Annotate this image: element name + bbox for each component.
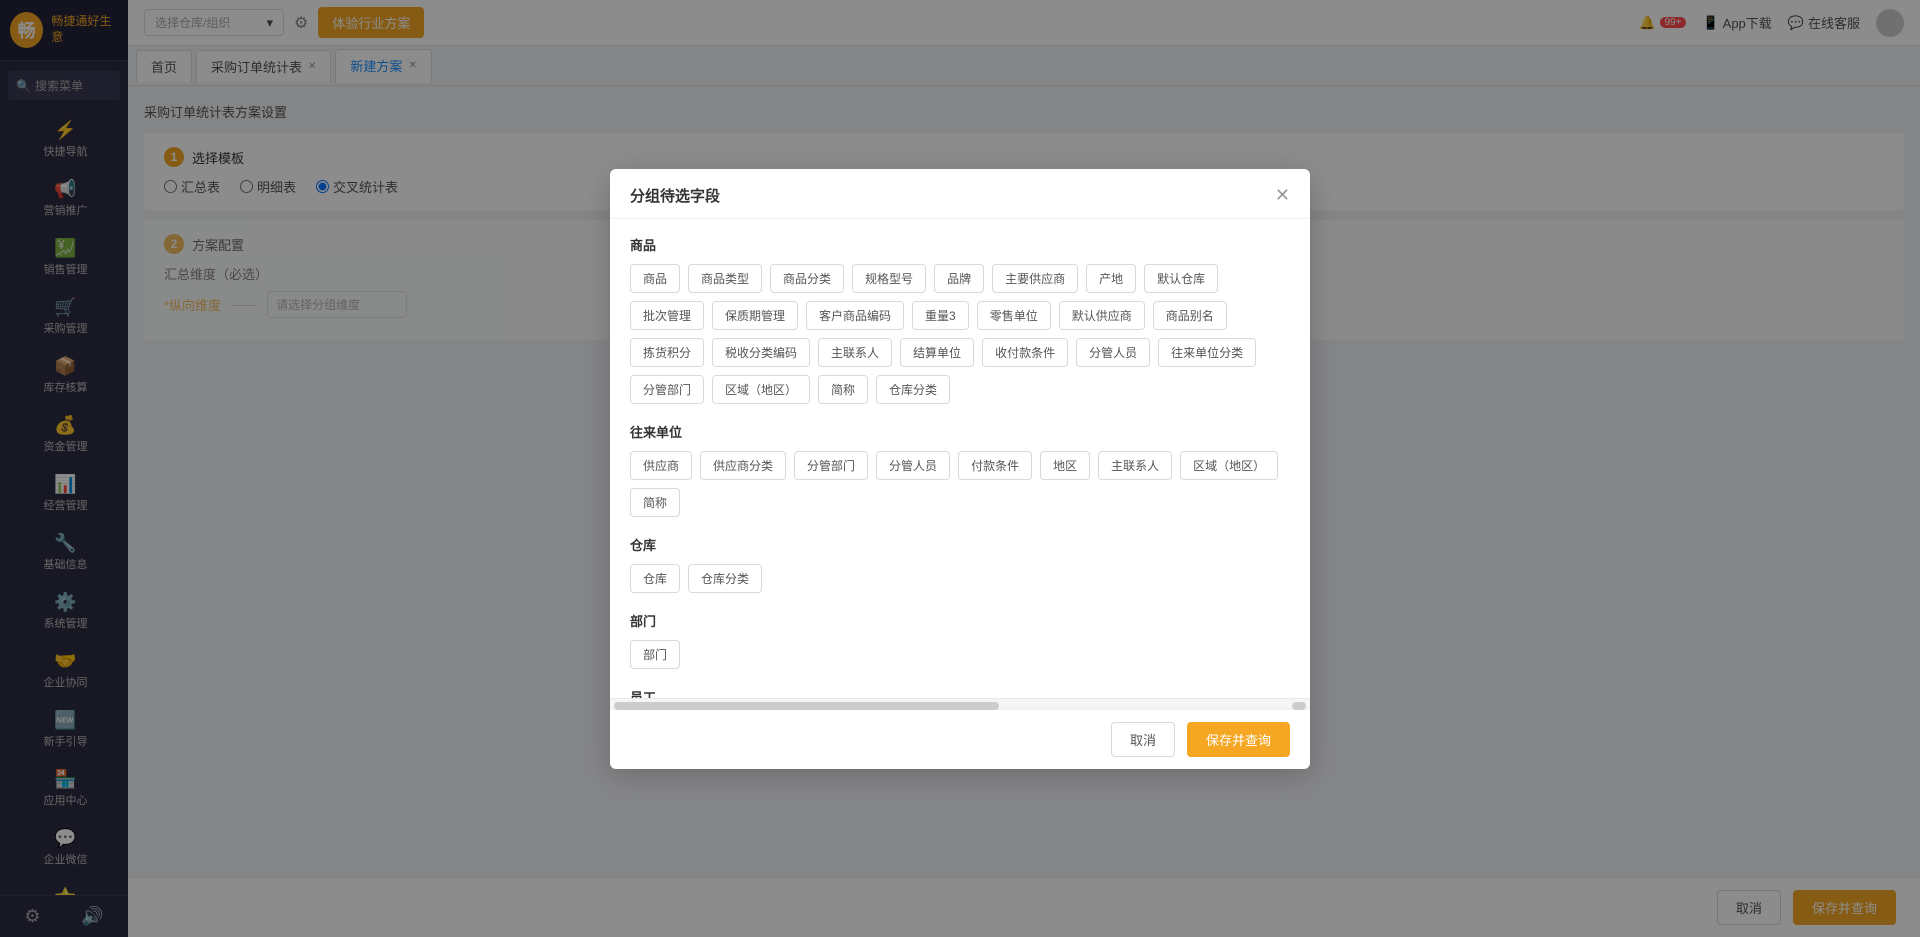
field-tag-收付款条件[interactable]: 收付款条件 (982, 338, 1068, 367)
field-section-title-product: 商品 (630, 235, 1290, 254)
field-tag-供应商[interactable]: 供应商 (630, 451, 692, 480)
field-tag-商品类型[interactable]: 商品类型 (688, 264, 762, 293)
field-tag-结算单位[interactable]: 结算单位 (900, 338, 974, 367)
field-tag-简称[interactable]: 简称 (818, 375, 868, 404)
modal-hscroll[interactable] (610, 698, 1310, 708)
field-section-counterparty: 往来单位供应商供应商分类分管部门分管人员付款条件地区主联系人区域（地区） 简称 (630, 422, 1290, 517)
modal-header: 分组待选字段 ✕ (610, 169, 1310, 219)
field-tag-产地[interactable]: 产地 (1086, 264, 1136, 293)
field-tag-主联系人[interactable]: 主联系人 (1098, 451, 1172, 480)
field-section-title-employee: 员工 (630, 687, 1290, 699)
modal-overlay: 分组待选字段 ✕ 商品商品商品类型商品分类规格型号品牌主要供应商产地默认仓库批次… (0, 0, 1920, 937)
field-tag-税收分类编码[interactable]: 税收分类编码 (712, 338, 810, 367)
hscroll-thumb (614, 702, 999, 710)
field-tag-保质期管理[interactable]: 保质期管理 (712, 301, 798, 330)
field-tag-分管部门[interactable]: 分管部门 (630, 375, 704, 404)
modal-title: 分组待选字段 (630, 185, 720, 206)
field-tag-规格型号[interactable]: 规格型号 (852, 264, 926, 293)
field-tag-商品[interactable]: 商品 (630, 264, 680, 293)
field-tag-品牌[interactable]: 品牌 (934, 264, 984, 293)
field-section-warehouse: 仓库仓库仓库分类 (630, 535, 1290, 593)
field-section-employee: 员工业务员 (630, 687, 1290, 699)
field-tag-商品别名[interactable]: 商品别名 (1153, 301, 1227, 330)
field-tag-商品分类[interactable]: 商品分类 (770, 264, 844, 293)
modal-footer: 取消 保存并查询 (610, 709, 1310, 769)
field-tag-主要供应商[interactable]: 主要供应商 (992, 264, 1078, 293)
field-tag-区域（地区）[interactable]: 区域（地区） (712, 375, 810, 404)
field-tag-批次管理[interactable]: 批次管理 (630, 301, 704, 330)
field-section-title-warehouse: 仓库 (630, 535, 1290, 554)
field-tag-客户商品编码[interactable]: 客户商品编码 (806, 301, 904, 330)
field-tag-往来单位分类[interactable]: 往来单位分类 (1158, 338, 1256, 367)
field-select-modal: 分组待选字段 ✕ 商品商品商品类型商品分类规格型号品牌主要供应商产地默认仓库批次… (610, 169, 1310, 769)
field-tag-默认供应商[interactable]: 默认供应商 (1059, 301, 1145, 330)
field-tag-仓库分类[interactable]: 仓库分类 (876, 375, 950, 404)
field-section-department: 部门部门 (630, 611, 1290, 669)
field-tag-重量3[interactable]: 重量3 (912, 301, 969, 330)
field-section-title-counterparty: 往来单位 (630, 422, 1290, 441)
modal-body: 商品商品商品类型商品分类规格型号品牌主要供应商产地默认仓库批次管理保质期管理客户… (610, 219, 1310, 699)
field-section-title-department: 部门 (630, 611, 1290, 630)
field-tag-分管人员[interactable]: 分管人员 (876, 451, 950, 480)
field-tag-仓库分类[interactable]: 仓库分类 (688, 564, 762, 593)
field-section-product: 商品商品商品类型商品分类规格型号品牌主要供应商产地默认仓库批次管理保质期管理客户… (630, 235, 1290, 404)
hscroll-right (1292, 702, 1306, 710)
cancel-button[interactable]: 取消 (1111, 722, 1175, 757)
field-tags-product: 商品商品类型商品分类规格型号品牌主要供应商产地默认仓库批次管理保质期管理客户商品… (630, 264, 1290, 404)
field-tag-供应商分类[interactable]: 供应商分类 (700, 451, 786, 480)
field-tag-部门[interactable]: 部门 (630, 640, 680, 669)
field-tag-拣货积分[interactable]: 拣货积分 (630, 338, 704, 367)
field-tag-区域（地区）[interactable]: 区域（地区） (1180, 451, 1278, 480)
field-tag-地区[interactable]: 地区 (1040, 451, 1090, 480)
field-tag-零售单位[interactable]: 零售单位 (977, 301, 1051, 330)
field-tag-默认仓库[interactable]: 默认仓库 (1144, 264, 1218, 293)
field-tags-warehouse: 仓库仓库分类 (630, 564, 1290, 593)
field-tags-counterparty: 供应商供应商分类分管部门分管人员付款条件地区主联系人区域（地区） 简称 (630, 451, 1290, 517)
save-query-button[interactable]: 保存并查询 (1187, 722, 1290, 757)
modal-close-icon[interactable]: ✕ (1275, 186, 1290, 204)
field-tag-分管部门[interactable]: 分管部门 (794, 451, 868, 480)
field-tag-仓库[interactable]: 仓库 (630, 564, 680, 593)
field-tag-主联系人[interactable]: 主联系人 (818, 338, 892, 367)
field-tag-付款条件[interactable]: 付款条件 (958, 451, 1032, 480)
field-tags-department: 部门 (630, 640, 1290, 669)
field-tag-分管人员[interactable]: 分管人员 (1076, 338, 1150, 367)
field-tag-简称[interactable]: 简称 (630, 488, 680, 517)
